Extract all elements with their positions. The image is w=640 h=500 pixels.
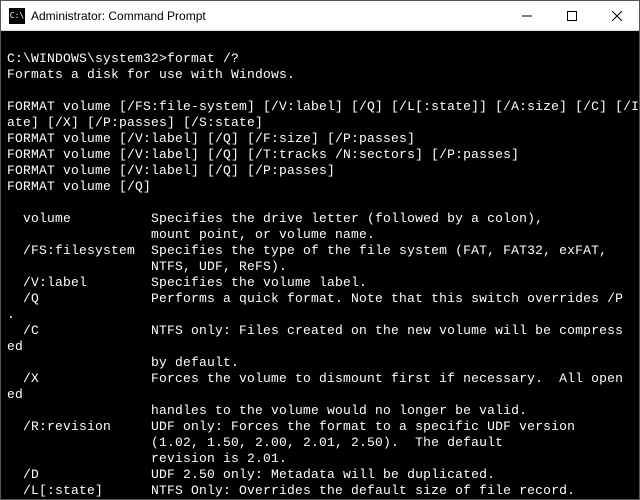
close-button[interactable] [594, 1, 639, 31]
titlebar[interactable]: C:\ Administrator: Command Prompt [1, 1, 639, 31]
cmd-icon: C:\ [9, 8, 25, 24]
minimize-button[interactable] [504, 1, 549, 31]
window-title: Administrator: Command Prompt [31, 9, 206, 23]
command-prompt-window: C:\ Administrator: Command Prompt C:\WIN… [0, 0, 640, 500]
maximize-button[interactable] [549, 1, 594, 31]
terminal-output[interactable]: C:\WINDOWS\system32>format /? Formats a … [1, 31, 639, 499]
